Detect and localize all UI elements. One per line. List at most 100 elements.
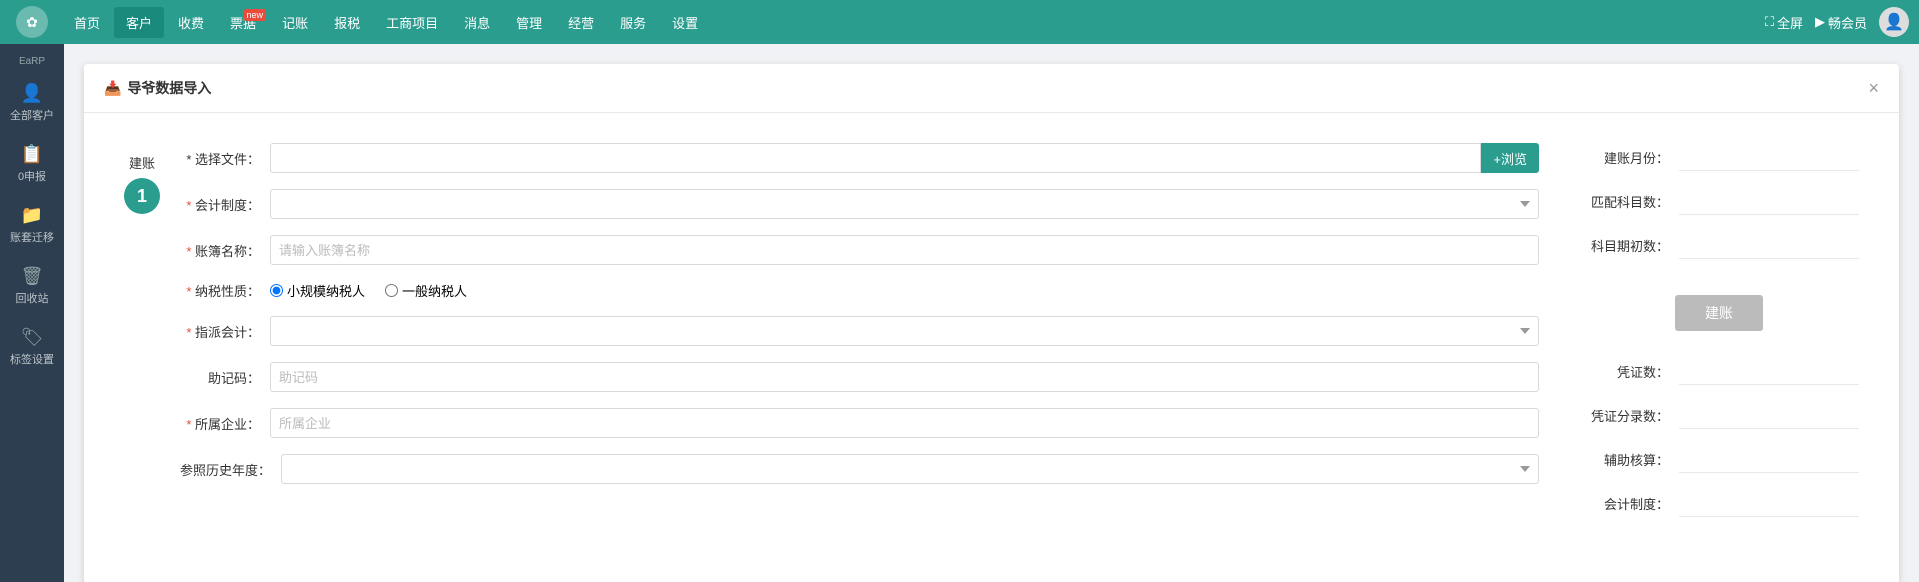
nav-fee[interactable]: 收费 — [166, 7, 216, 38]
sidebar: EaRP 👤 全部客户 📋 0申报 📁 账套迁移 🗑 回收站 🏷 标签设置 — [0, 44, 64, 582]
memo-input[interactable] — [270, 362, 1539, 392]
nav-message[interactable]: 消息 — [452, 7, 502, 38]
nav-right: ⛶ 全屏 ▶ 畅会员 👤 — [1765, 7, 1909, 37]
new-badge: new — [244, 9, 267, 21]
sidebar-label-recycle: 回收站 — [16, 290, 49, 306]
history-year-select[interactable] — [281, 454, 1539, 484]
info-month-label: 建账月份： — [1579, 148, 1669, 167]
info-month-row: 建账月份： — [1579, 143, 1859, 171]
info-match-value — [1679, 187, 1859, 215]
sidebar-item-all-customers[interactable]: 👤 全部客户 — [0, 75, 64, 131]
main-layout: EaRP 👤 全部客户 📋 0申报 📁 账套迁移 🗑 回收站 🏷 标签设置 — [0, 44, 1919, 582]
accounting-system-select[interactable] — [270, 189, 1539, 219]
nav-home[interactable]: 首页 — [62, 7, 112, 38]
nav-settings[interactable]: 设置 — [660, 7, 710, 38]
memo-label: 助记码： — [180, 368, 260, 387]
dialog-container: 📥 导爷数据导入 × 建账 1 — [84, 64, 1899, 582]
title-icon: 📥 — [104, 80, 121, 97]
step-indicator: 建账 1 — [124, 143, 160, 517]
sidebar-item-account-migration[interactable]: 📁 账套迁移 — [0, 197, 64, 253]
close-button[interactable]: × — [1868, 79, 1879, 97]
history-year-label: 参照历史年度： — [180, 460, 271, 479]
nav-invoice[interactable]: 票据 new — [218, 7, 268, 38]
user-avatar[interactable]: 👤 — [1879, 7, 1909, 37]
accountant-label: 指派会计： — [180, 322, 260, 341]
sidebar-label-tags: 标签设置 — [10, 351, 54, 367]
nav-tax[interactable]: 报税 — [322, 7, 372, 38]
tax-type-label: 纳税性质： — [180, 281, 260, 300]
declaration-icon: 📋 — [21, 144, 43, 165]
nav-items: 首页 客户 收费 票据 new 记账 报税 工商项目 消息 管理 经营 服务 设… — [62, 7, 1765, 38]
company-label: 所属企业： — [180, 414, 260, 433]
nav-customer[interactable]: 客户 — [114, 7, 164, 38]
step-circle: 1 — [124, 178, 160, 214]
build-account-button[interactable]: 建账 — [1675, 295, 1763, 331]
info-initial-label: 科目期初数： — [1579, 236, 1669, 255]
accountant-row: 指派会计： — [180, 316, 1539, 346]
nav-manage[interactable]: 管理 — [504, 7, 554, 38]
fullscreen-btn[interactable]: ⛶ 全屏 — [1765, 13, 1803, 32]
file-row: * 选择文件： +浏览 — [180, 143, 1539, 173]
info-accounting-system-value — [1679, 489, 1859, 517]
accounting-system-row: 会计制度： — [180, 189, 1539, 219]
tag-icon: 🏷 — [21, 327, 44, 348]
top-navigation: ✿ 首页 客户 收费 票据 new 记账 报税 工商项目 消息 管理 经营 服务… — [0, 0, 1919, 44]
info-aux-label: 辅助核算： — [1579, 450, 1669, 469]
info-accounting-system-label: 会计制度： — [1579, 494, 1669, 513]
form-fields: * 选择文件： +浏览 会计制度： — [180, 143, 1539, 517]
member-btn[interactable]: ▶ 畅会员 — [1815, 13, 1867, 32]
info-match-row: 匹配科目数： — [1579, 187, 1859, 215]
step-label: 建账 — [129, 153, 155, 172]
ledger-name-input[interactable] — [270, 235, 1539, 265]
nav-business[interactable]: 工商项目 — [374, 7, 450, 38]
tax-small-radio[interactable]: 小规模纳税人 — [270, 281, 365, 300]
info-voucher-row: 凭证数： — [1579, 357, 1859, 385]
info-initial-row: 科目期初数： — [1579, 231, 1859, 259]
dialog-body: 建账 1 * 选择文件： +浏览 — [84, 113, 1899, 547]
sidebar-item-tag-settings[interactable]: 🏷 标签设置 — [0, 319, 64, 375]
nav-service[interactable]: 服务 — [608, 7, 658, 38]
nav-operation[interactable]: 经营 — [556, 7, 606, 38]
recycle-icon: 🗑 — [21, 266, 44, 287]
company-input[interactable] — [270, 408, 1539, 438]
migration-icon: 📁 — [21, 205, 43, 226]
content-area: 📥 导爷数据导入 × 建账 1 — [64, 44, 1919, 582]
memo-row: 助记码： — [180, 362, 1539, 392]
ledger-name-label: 账簿名称： — [180, 241, 260, 260]
nav-bookkeeping[interactable]: 记账 — [270, 7, 320, 38]
dialog-header: 📥 导爷数据导入 × — [84, 64, 1899, 113]
info-month-value — [1679, 143, 1859, 171]
sidebar-label-customers: 全部客户 — [10, 107, 54, 123]
info-voucher-label: 凭证数： — [1579, 362, 1669, 381]
info-voucher-entries-label: 凭证分录数： — [1579, 406, 1669, 425]
tax-general-radio[interactable]: 一般纳税人 — [385, 281, 467, 300]
company-row: 所属企业： — [180, 408, 1539, 438]
info-match-label: 匹配科目数： — [1579, 192, 1669, 211]
accounting-system-label: 会计制度： — [180, 195, 260, 214]
sidebar-label-declaration: 0申报 — [18, 168, 46, 184]
info-initial-value — [1679, 231, 1859, 259]
browse-button[interactable]: +浏览 — [1481, 143, 1539, 173]
sidebar-item-recycle-bin[interactable]: 🗑 回收站 — [0, 258, 64, 314]
accountant-select[interactable] — [270, 316, 1539, 346]
info-voucher-value — [1679, 357, 1859, 385]
title-text: 导爷数据导入 — [127, 78, 211, 98]
ledger-name-row: 账簿名称： — [180, 235, 1539, 265]
sidebar-label-migration: 账套迁移 — [10, 229, 54, 245]
file-label: * 选择文件： — [180, 149, 260, 168]
form-section: 建账 1 * 选择文件： +浏览 — [124, 143, 1539, 517]
file-input[interactable] — [270, 143, 1481, 173]
earp-label: EaRP — [15, 54, 49, 70]
info-accounting-system-row: 会计制度： — [1579, 489, 1859, 517]
info-section: 建账月份： 匹配科目数： 科目期初数： 建账 — [1579, 143, 1859, 517]
info-aux-value — [1679, 445, 1859, 473]
file-input-group: +浏览 — [270, 143, 1539, 173]
logo[interactable]: ✿ — [10, 0, 54, 44]
dialog-title: 📥 导爷数据导入 — [104, 78, 211, 98]
info-aux-row: 辅助核算： — [1579, 445, 1859, 473]
tax-type-row: 纳税性质： 小规模纳税人 一般纳税人 — [180, 281, 1539, 300]
logo-circle: ✿ — [16, 6, 48, 38]
history-year-row: 参照历史年度： — [180, 454, 1539, 484]
tax-radio-group: 小规模纳税人 一般纳税人 — [270, 281, 467, 300]
sidebar-item-zero-declaration[interactable]: 📋 0申报 — [0, 136, 64, 192]
